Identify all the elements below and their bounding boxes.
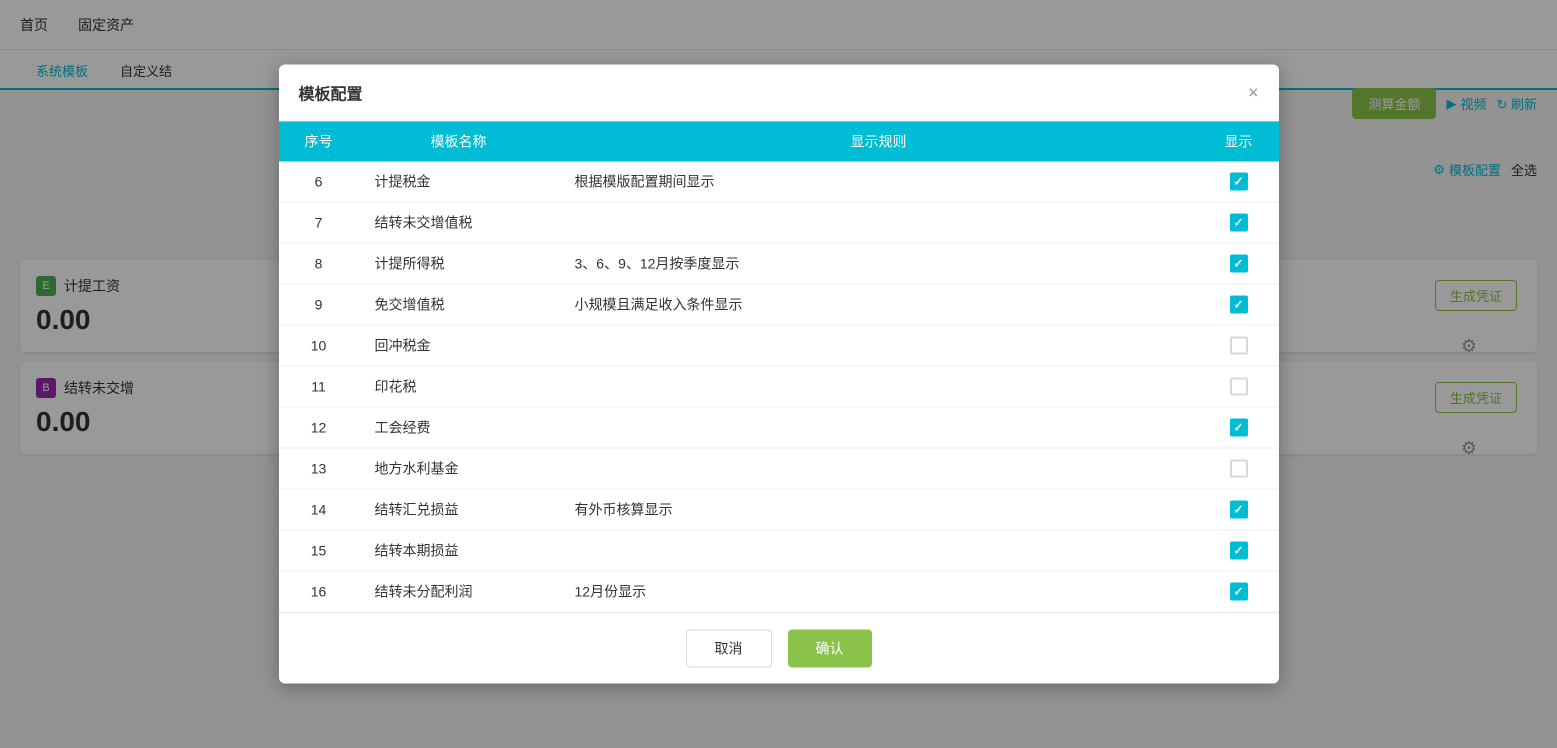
cell-rule	[559, 202, 1199, 243]
cell-id: 11	[279, 366, 359, 407]
table-row: 15结转本期损益	[279, 530, 1279, 571]
col-header-display: 显示	[1199, 122, 1279, 162]
checkbox[interactable]	[1230, 542, 1248, 560]
config-table: 序号 模板名称 显示规则 显示 6计提税金根据模版配置期间显示7结转未交增值税8…	[279, 122, 1279, 613]
cell-name: 结转未交增值税	[359, 202, 559, 243]
checkbox[interactable]	[1230, 378, 1248, 396]
cell-name: 地方水利基金	[359, 448, 559, 489]
checkbox[interactable]	[1230, 337, 1248, 355]
cell-rule: 3、6、9、12月按季度显示	[559, 243, 1199, 284]
cell-rule: 小规模且满足收入条件显示	[559, 284, 1199, 325]
cell-rule	[559, 325, 1199, 366]
checkbox[interactable]	[1230, 255, 1248, 273]
cell-id: 7	[279, 202, 359, 243]
cell-name: 计提税金	[359, 162, 559, 203]
cell-checkbox	[1199, 366, 1279, 407]
modal-header: 模板配置 ×	[279, 65, 1279, 122]
table-row: 10回冲税金	[279, 325, 1279, 366]
cell-id: 8	[279, 243, 359, 284]
cell-checkbox	[1199, 202, 1279, 243]
cell-rule: 根据模版配置期间显示	[559, 162, 1199, 203]
table-row: 14结转汇兑损益有外币核算显示	[279, 489, 1279, 530]
table-scroll-container[interactable]: 序号 模板名称 显示规则 显示 6计提税金根据模版配置期间显示7结转未交增值税8…	[279, 122, 1279, 613]
checkbox[interactable]	[1230, 419, 1248, 437]
checkbox[interactable]	[1230, 583, 1248, 601]
cell-rule	[559, 407, 1199, 448]
cancel-button[interactable]: 取消	[686, 630, 772, 668]
cell-name: 结转未分配利润	[359, 571, 559, 612]
modal-close-button[interactable]: ×	[1248, 84, 1259, 102]
table-row: 8计提所得税3、6、9、12月按季度显示	[279, 243, 1279, 284]
table-row: 16结转未分配利润12月份显示	[279, 571, 1279, 612]
table-row: 6计提税金根据模版配置期间显示	[279, 162, 1279, 203]
cell-rule: 12月份显示	[559, 571, 1199, 612]
cell-name: 结转本期损益	[359, 530, 559, 571]
cell-checkbox	[1199, 325, 1279, 366]
cell-id: 6	[279, 162, 359, 203]
cell-checkbox	[1199, 489, 1279, 530]
checkbox[interactable]	[1230, 214, 1248, 232]
cell-id: 15	[279, 530, 359, 571]
cell-id: 12	[279, 407, 359, 448]
cell-name: 回冲税金	[359, 325, 559, 366]
cell-id: 9	[279, 284, 359, 325]
cell-id: 13	[279, 448, 359, 489]
col-header-id: 序号	[279, 122, 359, 162]
table-row: 12工会经费	[279, 407, 1279, 448]
checkbox[interactable]	[1230, 460, 1248, 478]
modal-footer: 取消 确认	[279, 613, 1279, 684]
col-header-rule: 显示规则	[559, 122, 1199, 162]
checkbox[interactable]	[1230, 501, 1248, 519]
cell-checkbox	[1199, 448, 1279, 489]
checkbox[interactable]	[1230, 296, 1248, 314]
cell-id: 16	[279, 571, 359, 612]
cell-name: 结转汇兑损益	[359, 489, 559, 530]
table-body: 6计提税金根据模版配置期间显示7结转未交增值税8计提所得税3、6、9、12月按季…	[279, 162, 1279, 613]
cell-checkbox	[1199, 407, 1279, 448]
template-config-modal: 模板配置 × 序号 模板名称 显示规则 显示 6计提税金根据模版配置期间显示7结…	[279, 65, 1279, 684]
modal-title: 模板配置	[299, 81, 363, 105]
cell-id: 14	[279, 489, 359, 530]
cell-name: 印花税	[359, 366, 559, 407]
cell-checkbox	[1199, 243, 1279, 284]
table-row: 9免交增值税小规模且满足收入条件显示	[279, 284, 1279, 325]
cell-name: 计提所得税	[359, 243, 559, 284]
cell-rule	[559, 448, 1199, 489]
cell-rule	[559, 366, 1199, 407]
cell-checkbox	[1199, 162, 1279, 203]
table-header-row: 序号 模板名称 显示规则 显示	[279, 122, 1279, 162]
cell-checkbox	[1199, 571, 1279, 612]
cell-id: 10	[279, 325, 359, 366]
cell-name: 工会经费	[359, 407, 559, 448]
cell-checkbox	[1199, 530, 1279, 571]
cell-rule: 有外币核算显示	[559, 489, 1199, 530]
confirm-button[interactable]: 确认	[788, 630, 872, 668]
cell-checkbox	[1199, 284, 1279, 325]
table-row: 7结转未交增值税	[279, 202, 1279, 243]
cell-rule	[559, 530, 1199, 571]
table-row: 13地方水利基金	[279, 448, 1279, 489]
modal-body: 序号 模板名称 显示规则 显示 6计提税金根据模版配置期间显示7结转未交增值税8…	[279, 122, 1279, 613]
cell-name: 免交增值税	[359, 284, 559, 325]
checkbox[interactable]	[1230, 173, 1248, 191]
table-row: 11印花税	[279, 366, 1279, 407]
col-header-name: 模板名称	[359, 122, 559, 162]
